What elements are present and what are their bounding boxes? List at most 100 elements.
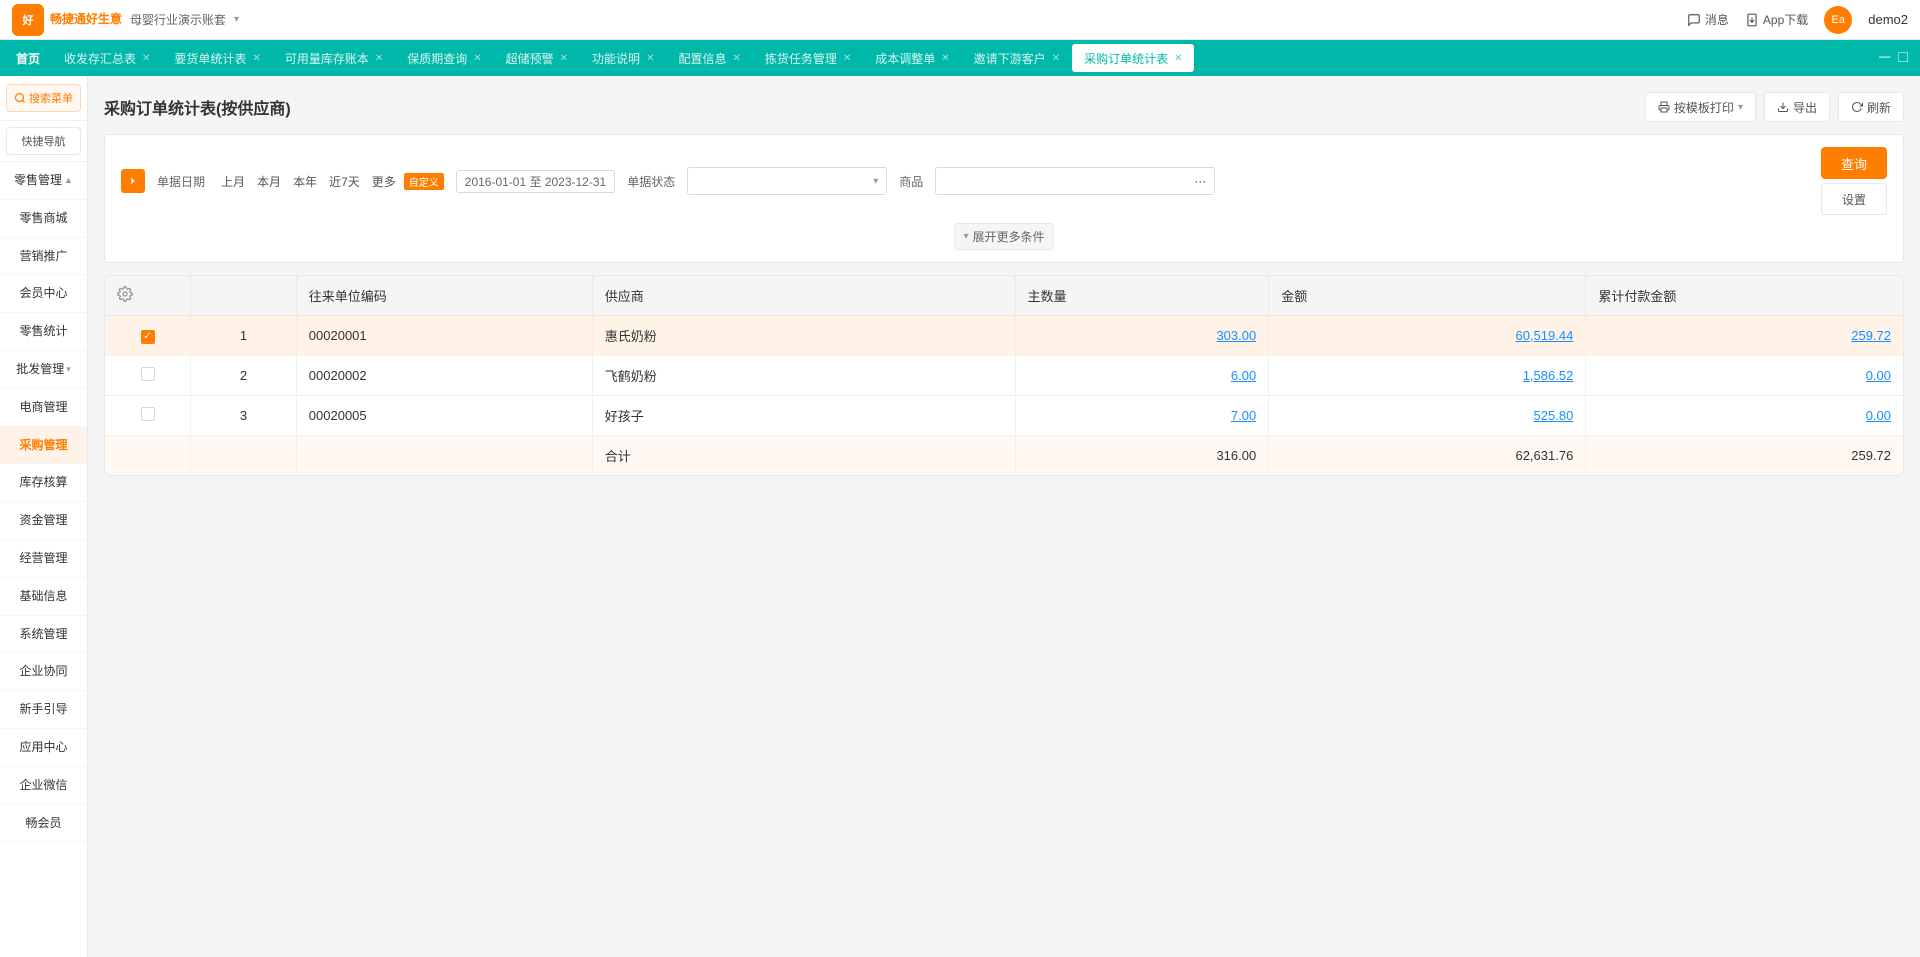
user-name[interactable]: demo2 [1868,12,1908,27]
row-qty-cell[interactable]: 6.00 [1015,356,1269,396]
tab-close-icon[interactable]: ✕ [560,53,568,64]
expand-more-label: 展开更多条件 [973,228,1045,245]
tab-function-desc[interactable]: 功能说明 ✕ [580,44,666,72]
tab-close-icon[interactable]: ✕ [732,53,740,64]
shortcut-7days[interactable]: 近7天 [325,171,364,192]
row-check-cell[interactable] [105,396,191,436]
column-settings-icon[interactable] [117,286,133,302]
topbar-right: 消息 App下载 Ea demo2 [1687,6,1908,34]
row-check-cell[interactable] [105,356,191,396]
checkbox-icon[interactable] [141,407,155,421]
sidebar-item-operations[interactable]: 经营管理 [0,540,87,578]
tab-receive-summary[interactable]: 收发存汇总表 ✕ [52,44,162,72]
sidebar-item-marketing[interactable]: 营销推广 [0,238,87,276]
sidebar-item-inventory[interactable]: 库存核算 [0,464,87,502]
sidebar-item-basic-info[interactable]: 基础信息 [0,578,87,616]
row-amount-cell[interactable]: 1,586.52 [1269,356,1586,396]
sidebar-item-system-management[interactable]: 系统管理 [0,616,87,654]
export-icon [1777,101,1789,113]
footer-qty-cell: 316.00 [1015,436,1269,476]
query-button[interactable]: 查询 [1821,147,1887,179]
date-range-picker[interactable]: 2016-01-01 至 2023-12-31 [456,170,615,193]
sidebar-item-label: 企业协同 [19,664,67,678]
sidebar-item-app-center[interactable]: 应用中心 [0,729,87,767]
checkbox-icon[interactable] [141,367,155,381]
row-amount-cell[interactable]: 60,519.44 [1269,316,1586,356]
tab-close-icon[interactable]: ✕ [252,53,260,64]
row-check-cell[interactable]: ✓ [105,316,191,356]
tab-config-info[interactable]: 配置信息 ✕ [666,44,752,72]
settings-button[interactable]: 设置 [1821,183,1887,215]
sidebar-item-vip-member[interactable]: 畅会员 [0,805,87,843]
tab-inventory-ledger[interactable]: 可用量库存账本 ✕ [273,44,395,72]
maximize-icon[interactable]: □ [1898,49,1908,67]
row-supplier-cell: 好孩子 [592,396,1015,436]
print-dropdown-icon: ▾ [1738,102,1743,113]
tab-close-icon[interactable]: ✕ [375,53,383,64]
sidebar-item-retail-stats[interactable]: 零售统计 [0,313,87,351]
tab-close-icon[interactable]: ✕ [646,53,654,64]
export-button[interactable]: 导出 [1764,92,1830,122]
app-download-button[interactable]: App下载 [1745,11,1808,28]
minimize-icon[interactable]: ─ [1879,49,1890,67]
refresh-button[interactable]: 刷新 [1838,92,1904,122]
sidebar-item-wholesale[interactable]: 批发管理 ▾ [0,351,87,389]
tab-purchase-stats[interactable]: 采购订单统计表 ✕ [1072,44,1194,72]
tab-label: 配置信息 [678,50,726,67]
tab-pick-task[interactable]: 拣货任务管理 ✕ [753,44,863,72]
tab-invite-customer[interactable]: 邀请下游客户 ✕ [962,44,1072,72]
filter-toggle-button[interactable] [121,169,145,193]
row-qty-cell[interactable]: 303.00 [1015,316,1269,356]
sidebar-item-ecommerce[interactable]: 电商管理 [0,389,87,427]
sidebar-item-enterprise-wechat[interactable]: 企业微信 [0,767,87,805]
tab-close-icon[interactable]: ✕ [843,53,851,64]
print-button[interactable]: 按模板打印 ▾ [1645,92,1756,122]
tab-close-icon[interactable]: ✕ [473,53,481,64]
sidebar-item-new-guide[interactable]: 新手引导 [0,691,87,729]
message-icon [1687,13,1701,27]
data-table: 往来单位编码 供应商 主数量 金额 累计付款金额 ✓ 1 00020001 [105,276,1903,475]
sidebar-item-retail-shop[interactable]: 零售商城 [0,200,87,238]
shortcut-last-month[interactable]: 上月 [217,171,249,192]
row-amount-cell[interactable]: 525.80 [1269,396,1586,436]
shortcut-this-month[interactable]: 本月 [253,171,285,192]
sidebar-item-enterprise-collab[interactable]: 企业协同 [0,653,87,691]
checkbox-icon[interactable]: ✓ [141,330,155,344]
breadcrumb-chevron-icon[interactable]: ▾ [234,14,239,25]
shortcut-more[interactable]: 更多 [368,171,400,192]
row-paid-cell[interactable]: 0.00 [1586,356,1903,396]
message-button[interactable]: 消息 [1687,11,1729,28]
footer-label-cell [296,436,592,476]
download-icon [1745,13,1759,27]
tab-expiry-query[interactable]: 保质期查询 ✕ [395,44,493,72]
message-label: 消息 [1705,11,1729,28]
sidebar-search-area: 搜索菜单 [0,76,87,121]
sidebar-item-purchase-management[interactable]: 采购管理 [0,427,87,465]
tab-home[interactable]: 首页 [4,44,52,72]
status-select[interactable]: ▾ [687,167,887,195]
row-paid-cell[interactable]: 259.72 [1586,316,1903,356]
quick-nav-button[interactable]: 快捷导航 [6,127,81,155]
goods-select[interactable]: ··· [935,167,1215,195]
col-code-header: 往来单位编码 [296,276,592,316]
shortcut-this-year[interactable]: 本年 [289,171,321,192]
tab-order-stats[interactable]: 要货单统计表 ✕ [162,44,272,72]
sidebar-item-member-center[interactable]: 会员中心 [0,275,87,313]
row-qty-cell[interactable]: 7.00 [1015,396,1269,436]
tab-close-icon[interactable]: ✕ [941,53,949,64]
refresh-icon [1851,101,1863,113]
tab-close-icon[interactable]: ✕ [1052,53,1060,64]
search-menu-button[interactable]: 搜索菜单 [6,84,81,112]
col-no-header [191,276,297,316]
tab-cost-adjust[interactable]: 成本调整单 ✕ [863,44,961,72]
tab-overstock-warning[interactable]: 超储预警 ✕ [494,44,580,72]
tab-close-icon[interactable]: ✕ [142,53,150,64]
row-paid-cell[interactable]: 0.00 [1586,396,1903,436]
sidebar-item-retail-management[interactable]: 零售管理 ▲ [0,162,87,200]
expand-more-button[interactable]: ▾ 展开更多条件 [954,223,1053,250]
sidebar-item-label: 库存核算 [19,475,67,489]
sidebar-item-finance[interactable]: 资金管理 [0,502,87,540]
search-label: 搜索菜单 [29,90,73,106]
row-code-cell: 00020002 [296,356,592,396]
tab-close-icon[interactable]: ✕ [1174,53,1182,64]
